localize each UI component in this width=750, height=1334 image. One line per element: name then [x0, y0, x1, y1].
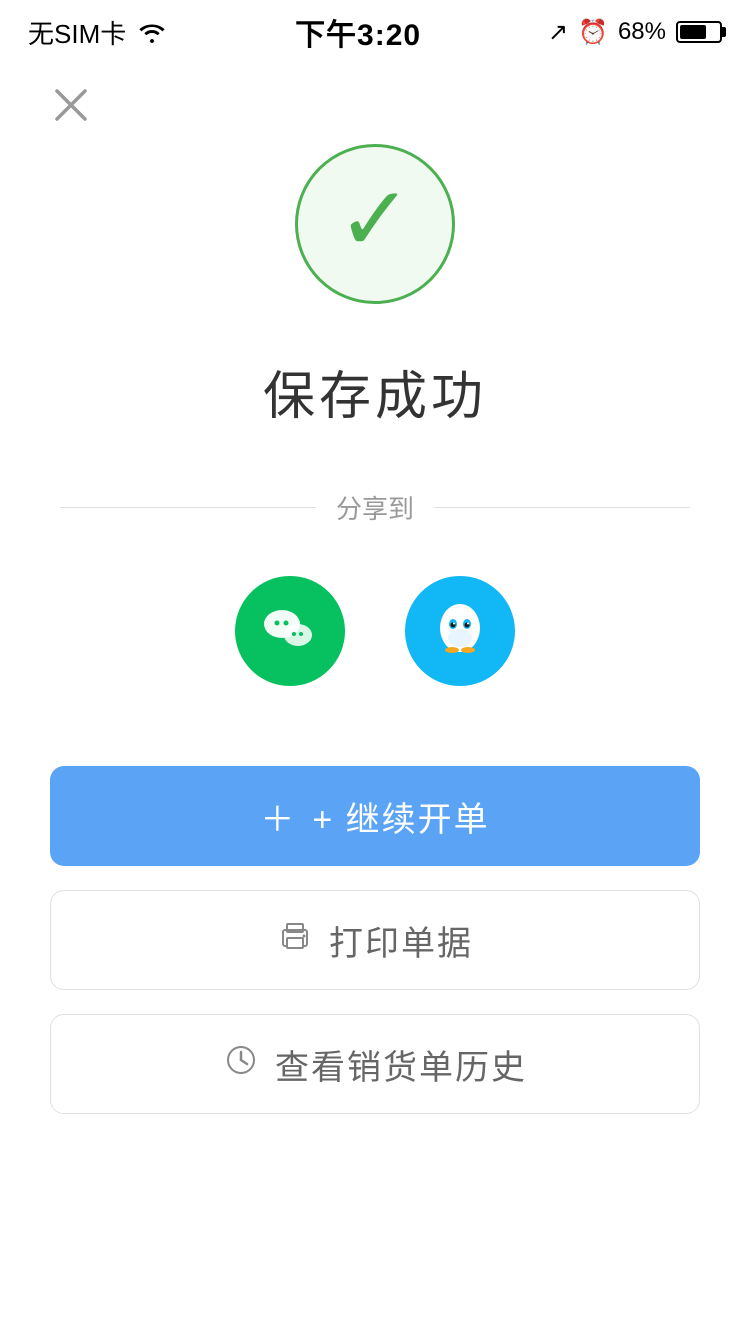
wifi-icon [136, 21, 168, 43]
history-icon [223, 1042, 259, 1087]
history-button[interactable]: 查看销货单历史 [50, 1014, 700, 1114]
share-label: 分享到 [336, 489, 414, 526]
battery-percent: 68% [618, 18, 666, 46]
close-button[interactable] [46, 80, 96, 130]
location-icon: ↗ [548, 18, 568, 47]
clock-icon [223, 1042, 259, 1078]
success-title: 保存成功 [263, 354, 487, 429]
alarm-icon: ⏰ [578, 18, 608, 47]
divider-right [434, 507, 690, 508]
print-button[interactable]: 打印单据 [50, 890, 700, 990]
history-label: 查看销货单历史 [275, 1040, 527, 1089]
qq-share-button[interactable] [405, 576, 515, 686]
close-icon [53, 87, 89, 123]
action-buttons: ＋ + 继续开单 打印单据 查看销货单 [0, 766, 750, 1114]
divider-left [60, 507, 316, 508]
qq-icon [430, 596, 490, 666]
continue-label: + 继续开单 [312, 792, 489, 841]
continue-button[interactable]: ＋ + 继续开单 [50, 766, 700, 866]
share-icons [60, 576, 690, 686]
printer-icon [277, 918, 313, 954]
status-left: 无SIM卡 [28, 14, 168, 51]
divider-row: 分享到 [60, 489, 690, 526]
wechat-share-button[interactable] [235, 576, 345, 686]
success-circle: ✓ [295, 144, 455, 304]
print-label: 打印单据 [329, 916, 473, 965]
status-bar: 无SIM卡 下午3:20 ↗ ⏰ 68% [0, 0, 750, 64]
battery-fill [680, 25, 706, 39]
status-right: ↗ ⏰ 68% [548, 18, 722, 47]
checkmark-icon: ✓ [337, 175, 412, 265]
wechat-icon [259, 605, 321, 657]
print-icon [277, 918, 313, 963]
carrier-text: 无SIM卡 [28, 14, 126, 51]
plus-icon: ＋ [260, 792, 296, 841]
battery-icon [676, 21, 722, 43]
share-section: 分享到 [0, 489, 750, 686]
main-content: ✓ 保存成功 分享到 [0, 64, 750, 1114]
status-time: 下午3:20 [295, 10, 421, 54]
